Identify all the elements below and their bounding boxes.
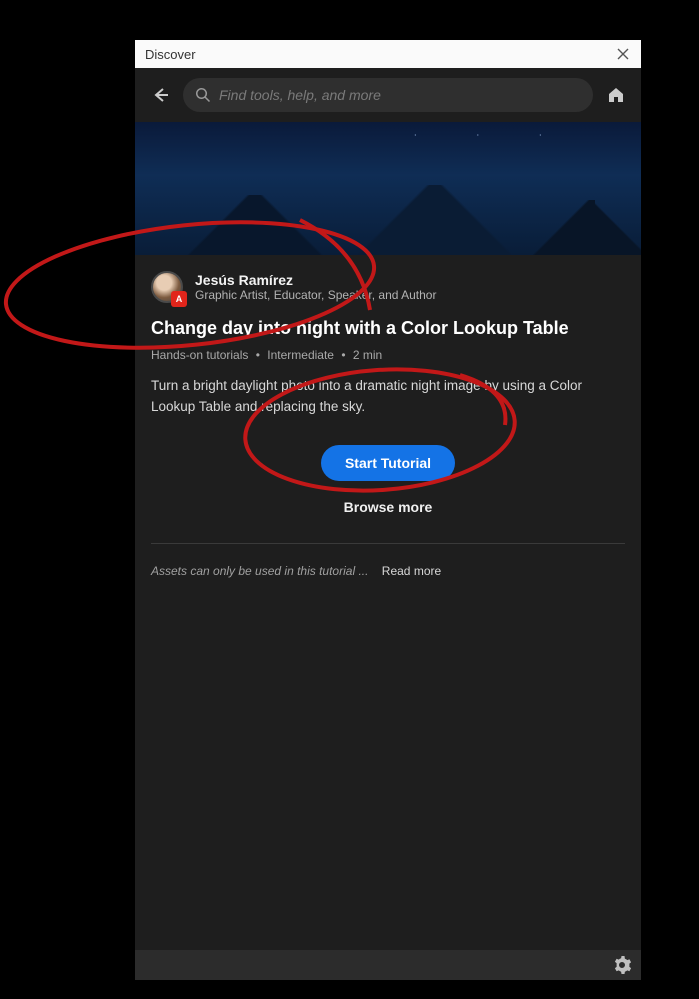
panel-titlebar: Discover — [135, 40, 641, 68]
panel-title: Discover — [145, 47, 196, 62]
toolbar — [135, 68, 641, 122]
hero-stars: • • • — [415, 132, 571, 137]
hero-image: • • • — [135, 122, 641, 255]
gear-icon — [613, 956, 631, 974]
settings-button[interactable] — [613, 956, 631, 974]
browse-more-button[interactable]: Browse more — [344, 499, 433, 515]
tutorial-title: Change day into night with a Color Looku… — [151, 317, 625, 340]
home-icon — [607, 86, 625, 104]
meta-sep: • — [341, 348, 345, 362]
assets-note: Assets can only be used in this tutorial… — [151, 564, 625, 578]
meta-category: Hands-on tutorials — [151, 348, 248, 362]
author-name: Jesús Ramírez — [195, 272, 436, 288]
search-icon — [195, 87, 211, 103]
meta-level: Intermediate — [267, 348, 334, 362]
app-left-sidebar — [0, 0, 75, 999]
search-field[interactable] — [183, 78, 593, 112]
meta-duration: 2 min — [353, 348, 382, 362]
panel-footer — [135, 950, 641, 980]
arrow-left-icon — [151, 86, 169, 104]
avatar-wrap: A — [151, 271, 183, 303]
actions: Start Tutorial Browse more — [151, 445, 625, 515]
home-button[interactable] — [603, 82, 629, 108]
adobe-badge-icon: A — [171, 291, 187, 307]
close-button[interactable] — [615, 46, 631, 62]
discover-panel: Discover • • • A Jesús Ramírez Graphic A… — [135, 40, 641, 980]
tutorial-meta: Hands-on tutorials • Intermediate • 2 mi… — [151, 348, 625, 362]
author-block: A Jesús Ramírez Graphic Artist, Educator… — [151, 271, 625, 303]
search-input[interactable] — [219, 87, 581, 103]
content-area: A Jesús Ramírez Graphic Artist, Educator… — [135, 255, 641, 950]
tutorial-description: Turn a bright daylight photo into a dram… — [151, 376, 625, 417]
author-subtitle: Graphic Artist, Educator, Speaker, and A… — [195, 288, 436, 302]
back-button[interactable] — [147, 82, 173, 108]
divider — [151, 543, 625, 544]
assets-note-text: Assets can only be used in this tutorial… — [151, 564, 368, 578]
close-icon — [617, 48, 629, 60]
read-more-link[interactable]: Read more — [382, 564, 441, 578]
start-tutorial-button[interactable]: Start Tutorial — [321, 445, 455, 481]
meta-sep: • — [256, 348, 260, 362]
